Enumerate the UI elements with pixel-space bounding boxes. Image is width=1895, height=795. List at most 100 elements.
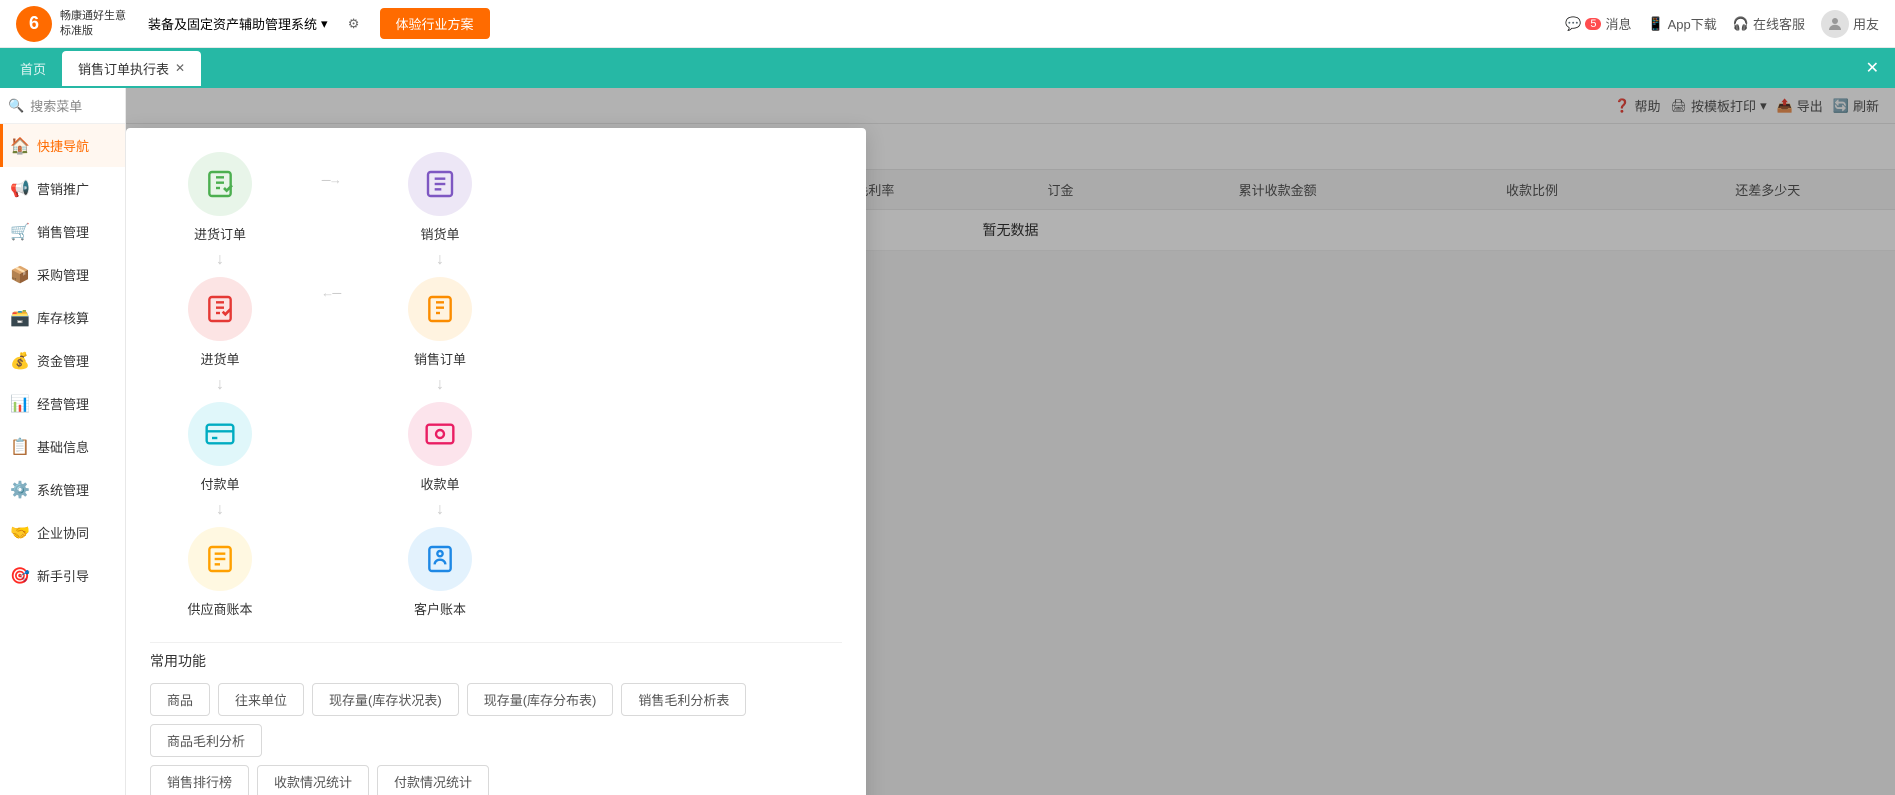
tab-bar: 首页 销售订单执行表 ✕ ✕ (0, 48, 1895, 88)
sidebar-item-purchase-label: 采购管理 (37, 265, 89, 284)
tab-bar-close-button[interactable]: ✕ (1866, 58, 1879, 78)
func-buttons-row2: 销售排行榜 收款情况统计 付款情况统计 (150, 765, 842, 795)
flow-node-purchase-order[interactable]: 进货订单 (188, 152, 252, 243)
main-area: 🔍 搜索菜单 🏠 快捷导航 📢 营销推广 🛒 销售管理 📦 采购管理 🗃️ (0, 88, 1895, 795)
basic-info-icon: 📋 (11, 438, 29, 456)
service-icon: 🎧 (1733, 16, 1749, 32)
quick-nav-overlay: 进货订单 ↓ 进货单 ↓ (126, 88, 1895, 795)
func-btn-receipt-stats[interactable]: 收款情况统计 (257, 765, 369, 795)
system-icon: ⚙️ (11, 481, 29, 499)
logo-icon: 6 (16, 6, 52, 42)
sidebar-item-operation[interactable]: 📊 经营管理 (0, 382, 125, 425)
purchase-bill-circle (188, 277, 252, 341)
quick-nav-icon: 🏠 (11, 137, 29, 155)
top-bar: 6 畅康通好生意 标准版 装备及固定资产辅助管理系统 ▾ ⚙ 体验行业方案 💬 … (0, 0, 1895, 48)
enterprise-icon: 🤝 (11, 524, 29, 542)
top-bar-right: 💬 5 消息 📱 App下载 🎧 在线客服 用友 (1565, 10, 1879, 38)
app-download-button[interactable]: 📱 App下载 (1647, 14, 1716, 33)
func-btn-contacts[interactable]: 往来单位 (218, 683, 304, 716)
message-icon: 💬 (1565, 16, 1581, 32)
common-functions-title: 常用功能 (150, 651, 842, 671)
sidebar-item-purchase[interactable]: 📦 采购管理 (0, 253, 125, 296)
message-label: 消息 (1605, 14, 1631, 33)
sales-order-circle (408, 277, 472, 341)
top-bar-left: 6 畅康通好生意 标准版 装备及固定资产辅助管理系统 ▾ ⚙ 体验行业方案 (16, 6, 490, 42)
dropdown-arrow-icon: ▾ (321, 16, 328, 32)
sidebar-item-basic-info[interactable]: 📋 基础信息 (0, 425, 125, 468)
sales-icon: 🛒 (11, 223, 29, 241)
func-buttons-row1: 商品 往来单位 现存量(库存状况表) 现存量(库存分布表) 销售毛利分析表 商品… (150, 683, 842, 757)
sidebar-item-guide-label: 新手引导 (37, 566, 89, 585)
sidebar-item-finance[interactable]: 💰 资金管理 (0, 339, 125, 382)
tab-home[interactable]: 首页 (4, 51, 62, 86)
search-menu-button[interactable]: 🔍 搜索菜单 (0, 88, 125, 124)
tab-close-icon[interactable]: ✕ (175, 61, 185, 75)
operation-icon: 📊 (11, 395, 29, 413)
logo-area: 6 畅康通好生意 标准版 (16, 6, 136, 42)
func-btn-sales-profit-analysis[interactable]: 销售毛利分析表 (621, 683, 746, 716)
sidebar-item-system[interactable]: ⚙️ 系统管理 (0, 468, 125, 511)
flow-node-payment[interactable]: 付款单 (188, 402, 252, 493)
sidebar-item-basic-info-label: 基础信息 (37, 437, 89, 456)
func-btn-current-stock-status[interactable]: 现存量(库存状况表) (312, 683, 459, 716)
supplier-circle (188, 527, 252, 591)
receipt-circle (408, 402, 472, 466)
settings-gear-button[interactable]: ⚙ (340, 10, 368, 38)
arrow-v-2: ↓ (216, 376, 224, 394)
sidebar-item-operation-label: 经营管理 (37, 394, 89, 413)
arrow-v-4: ↓ (436, 251, 444, 269)
flow-node-sales-bill[interactable]: 销货单 (408, 152, 472, 243)
tab-sales-exec[interactable]: 销售订单执行表 ✕ (62, 51, 201, 86)
user-menu[interactable]: 用友 (1821, 10, 1879, 38)
download-icon: 📱 (1647, 16, 1663, 32)
sidebar: 🔍 搜索菜单 🏠 快捷导航 📢 营销推广 🛒 销售管理 📦 采购管理 🗃️ (0, 88, 126, 795)
tab-home-label: 首页 (20, 59, 46, 78)
func-btn-goods-profit-analysis[interactable]: 商品毛利分析 (150, 724, 262, 757)
tab-sales-exec-label: 销售订单执行表 (78, 59, 169, 78)
flow-node-purchase-bill[interactable]: 进货单 (188, 277, 252, 368)
quick-nav-panel: 进货订单 ↓ 进货单 ↓ (126, 128, 866, 795)
sidebar-item-sales[interactable]: 🛒 销售管理 (0, 210, 125, 253)
sidebar-item-marketing-label: 营销推广 (37, 179, 89, 198)
flow-node-receipt[interactable]: 收款单 (408, 402, 472, 493)
sidebar-item-marketing[interactable]: 📢 营销推广 (0, 167, 125, 210)
func-btn-goods[interactable]: 商品 (150, 683, 210, 716)
search-icon: 🔍 (8, 98, 24, 114)
arrow-v-3: ↓ (216, 501, 224, 519)
flow-node-supplier[interactable]: 供应商账本 (187, 527, 252, 618)
purchase-icon: 📦 (11, 266, 29, 284)
common-functions-section: 常用功能 商品 往来单位 现存量(库存状况表) 现存量(库存分布表) 销售毛利分… (150, 651, 842, 795)
inventory-icon: 🗃️ (11, 309, 29, 327)
sidebar-item-sales-label: 销售管理 (37, 222, 89, 241)
payment-circle (188, 402, 252, 466)
message-button[interactable]: 💬 5 消息 (1565, 14, 1631, 33)
avatar (1821, 10, 1849, 38)
func-btn-sales-ranking[interactable]: 销售排行榜 (150, 765, 249, 795)
sidebar-item-quick-nav-label: 快捷导航 (37, 136, 89, 155)
arrow-v-6: ↓ (436, 501, 444, 519)
arrow-v-5: ↓ (436, 376, 444, 394)
sidebar-item-system-label: 系统管理 (37, 480, 89, 499)
sidebar-item-guide[interactable]: 🎯 新手引导 (0, 554, 125, 597)
experience-button[interactable]: 体验行业方案 (380, 8, 490, 39)
func-btn-payment-stats[interactable]: 付款情况统计 (377, 765, 489, 795)
func-btn-current-stock-dist[interactable]: 现存量(库存分布表) (467, 683, 614, 716)
sidebar-item-enterprise[interactable]: 🤝 企业协同 (0, 511, 125, 554)
purchase-order-circle (188, 152, 252, 216)
online-service-button[interactable]: 🎧 在线客服 (1733, 14, 1805, 33)
system-title-dropdown[interactable]: 装备及固定资产辅助管理系统 ▾ (148, 14, 328, 33)
flow-node-customer[interactable]: 客户账本 (408, 527, 472, 618)
sidebar-item-finance-label: 资金管理 (37, 351, 89, 370)
sales-bill-circle (408, 152, 472, 216)
marketing-icon: 📢 (11, 180, 29, 198)
guide-icon: 🎯 (11, 567, 29, 585)
system-title: 装备及固定资产辅助管理系统 (148, 14, 317, 33)
finance-icon: 💰 (11, 352, 29, 370)
sidebar-item-inventory[interactable]: 🗃️ 库存核算 (0, 296, 125, 339)
content-area: ❓ 帮助 🖨 按模板打印 ▾ 📤 导出 🔄 刷新 (126, 88, 1895, 795)
sidebar-item-enterprise-label: 企业协同 (37, 523, 89, 542)
logo-text: 畅康通好生意 标准版 (60, 9, 126, 38)
sidebar-item-quick-nav[interactable]: 🏠 快捷导航 (0, 124, 125, 167)
flow-node-sales-order[interactable]: 销售订单 (408, 277, 472, 368)
user-name: 用友 (1853, 14, 1879, 33)
